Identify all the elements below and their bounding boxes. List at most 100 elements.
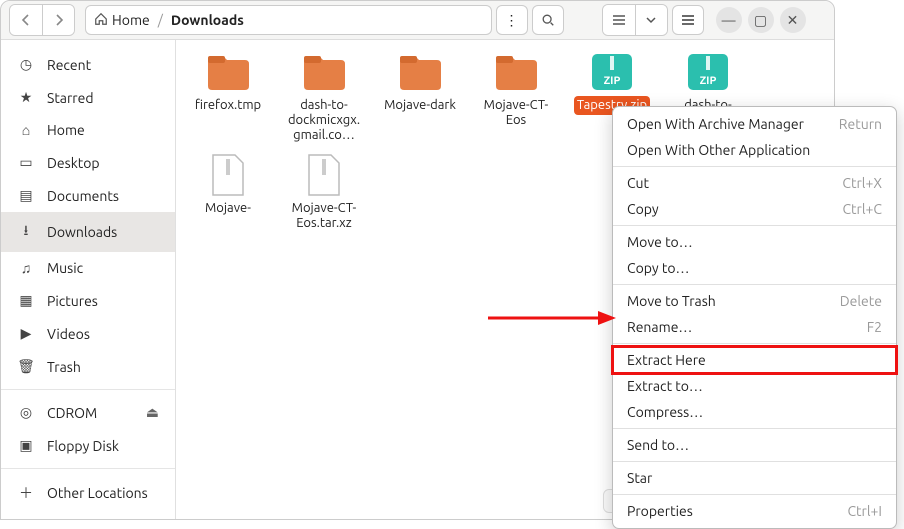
home-icon: ⌂ bbox=[17, 122, 35, 138]
folder-icon bbox=[204, 50, 252, 94]
sidebar-item-label: Documents bbox=[47, 188, 119, 204]
sidebar-item-downloads[interactable]: ⭳ Downloads bbox=[1, 212, 175, 252]
music-icon: ♫ bbox=[17, 260, 35, 276]
menu-button[interactable]: ⋮ bbox=[496, 5, 528, 35]
close-button[interactable]: ✕ bbox=[780, 7, 806, 33]
menu-item-label: Copy to… bbox=[627, 260, 689, 276]
file-item[interactable]: firefox.tmp bbox=[186, 50, 270, 145]
zip-icon: ZIP bbox=[588, 50, 636, 94]
forward-button[interactable] bbox=[42, 5, 74, 35]
downloads-icon: ⭳ bbox=[17, 220, 35, 244]
back-button[interactable] bbox=[10, 5, 42, 35]
file-label: Mojave-CT-Eos.tar.xz bbox=[282, 199, 366, 233]
menu-shortcut: Ctrl+C bbox=[842, 201, 882, 217]
sidebar-item-label: Trash bbox=[47, 359, 81, 375]
menu-item[interactable]: Extract to… bbox=[613, 373, 896, 399]
menu-item-label: Copy bbox=[627, 201, 659, 217]
home-icon bbox=[94, 12, 108, 29]
sidebar-item-label: Starred bbox=[47, 90, 94, 106]
menu-item[interactable]: Open With Other Application bbox=[613, 137, 896, 163]
titlebar: Home / Downloads ⋮ — ▢ ✕ bbox=[1, 1, 834, 40]
sidebar-item-label: Videos bbox=[47, 326, 90, 342]
breadcrumb[interactable]: Home / Downloads bbox=[85, 5, 492, 35]
menu-item[interactable]: Open With Archive ManagerReturn bbox=[613, 111, 896, 137]
menu-item[interactable]: CutCtrl+X bbox=[613, 170, 896, 196]
eject-icon[interactable]: ⏏ bbox=[146, 404, 159, 421]
context-menu: Open With Archive ManagerReturnOpen With… bbox=[612, 106, 897, 529]
menu-item[interactable]: Star bbox=[613, 465, 896, 491]
menu-item[interactable]: Move to… bbox=[613, 229, 896, 255]
sidebar-item-home[interactable]: ⌂ Home bbox=[1, 114, 175, 146]
maximize-button[interactable]: ▢ bbox=[748, 7, 774, 33]
sidebar-item-label: Home bbox=[47, 122, 85, 138]
menu-item-label: Cut bbox=[627, 175, 649, 191]
sidebar-item-label: Recent bbox=[47, 57, 91, 73]
menu-item[interactable]: Send to… bbox=[613, 432, 896, 458]
sidebar-item-label: Floppy Disk bbox=[47, 438, 119, 454]
hamburger-button[interactable] bbox=[672, 5, 704, 35]
floppy-icon: ▣ bbox=[17, 437, 35, 454]
menu-item-label: Properties bbox=[627, 503, 693, 519]
svg-text:ZIP: ZIP bbox=[700, 75, 717, 87]
breadcrumb-current: Downloads bbox=[171, 12, 244, 28]
sidebar-item-label: Other Locations bbox=[47, 485, 148, 501]
file-item[interactable]: Mojave-dark bbox=[378, 50, 462, 145]
desktop-icon: ▭ bbox=[17, 154, 35, 171]
folder-icon bbox=[396, 50, 444, 94]
breadcrumb-separator: / bbox=[158, 12, 163, 28]
archive-icon bbox=[300, 153, 348, 197]
sidebar: ◷ Recent ★Starred ⌂ Home ▭Desktop ▤Documen… bbox=[1, 40, 176, 519]
menu-item-label: Open With Other Application bbox=[627, 142, 810, 158]
view-dropdown-button[interactable] bbox=[635, 5, 667, 35]
menu-item-label: Extract to… bbox=[627, 378, 703, 394]
menu-item[interactable]: Move to TrashDelete bbox=[613, 288, 896, 314]
annotation-arrow bbox=[488, 308, 618, 328]
search-button[interactable] bbox=[532, 5, 564, 35]
menu-item[interactable]: Extract Here bbox=[613, 347, 896, 373]
sidebar-item-label: CDROM bbox=[47, 405, 97, 421]
minimize-button[interactable]: — bbox=[716, 7, 742, 33]
clock-icon: ◷ bbox=[17, 56, 35, 73]
sidebar-item-desktop[interactable]: ▭Desktop bbox=[1, 146, 175, 179]
file-item[interactable]: Mojave-CT-Eos.tar.xz bbox=[282, 153, 366, 233]
trash-icon: 🗑 bbox=[17, 358, 35, 375]
list-view-button[interactable] bbox=[603, 5, 635, 35]
svg-text:ZIP: ZIP bbox=[604, 75, 621, 87]
menu-item[interactable]: Compress… bbox=[613, 399, 896, 425]
nav-buttons bbox=[9, 4, 75, 36]
archive-icon bbox=[204, 153, 252, 197]
file-item[interactable]: dash-to-dockmicxgx.gmail.co… bbox=[282, 50, 366, 145]
videos-icon: ▶ bbox=[17, 325, 35, 342]
sidebar-item-floppy[interactable]: ▣ Floppy Disk bbox=[1, 429, 175, 462]
sidebar-item-cdrom[interactable]: ◎ CDROM ⏏ bbox=[1, 396, 175, 429]
menu-item[interactable]: Rename…F2 bbox=[613, 314, 896, 340]
menu-item[interactable]: Copy Ctrl+C bbox=[613, 196, 896, 222]
menu-item-label: Star bbox=[627, 470, 652, 486]
sidebar-item-trash[interactable]: 🗑 Trash bbox=[1, 350, 175, 383]
menu-shortcut: Delete bbox=[840, 293, 882, 309]
folder-icon bbox=[492, 50, 540, 94]
zip-icon: ZIP bbox=[684, 50, 732, 94]
menu-item[interactable]: PropertiesCtrl+I bbox=[613, 498, 896, 524]
sidebar-item-starred[interactable]: ★Starred bbox=[1, 81, 175, 114]
sidebar-item-other-locations[interactable]: ＋Other Locations bbox=[1, 475, 175, 511]
sidebar-item-label: Downloads bbox=[47, 224, 117, 240]
file-item[interactable]: Mojave- bbox=[186, 153, 270, 233]
menu-item-label: Move to… bbox=[627, 234, 693, 250]
menu-item-label: Open With Archive Manager bbox=[627, 116, 804, 132]
sidebar-item-label: Music bbox=[47, 260, 83, 276]
pictures-icon: ▦ bbox=[17, 292, 35, 309]
sidebar-item-documents[interactable]: ▤Documents bbox=[1, 179, 175, 212]
file-item[interactable]: Mojave-CT-Eos bbox=[474, 50, 558, 145]
disc-icon: ◎ bbox=[17, 404, 35, 421]
folder-icon bbox=[300, 50, 348, 94]
sidebar-item-label: Pictures bbox=[47, 293, 98, 309]
menu-item[interactable]: Copy to… bbox=[613, 255, 896, 281]
sidebar-item-music[interactable]: ♫ Music bbox=[1, 252, 175, 284]
file-label: Mojave-CT-Eos bbox=[474, 96, 558, 130]
sidebar-item-videos[interactable]: ▶ Videos bbox=[1, 317, 175, 350]
sidebar-item-recent[interactable]: ◷ Recent bbox=[1, 48, 175, 81]
breadcrumb-home[interactable]: Home bbox=[94, 12, 150, 29]
sidebar-item-pictures[interactable]: ▦ Pictures bbox=[1, 284, 175, 317]
menu-item-label: Compress… bbox=[627, 404, 703, 420]
